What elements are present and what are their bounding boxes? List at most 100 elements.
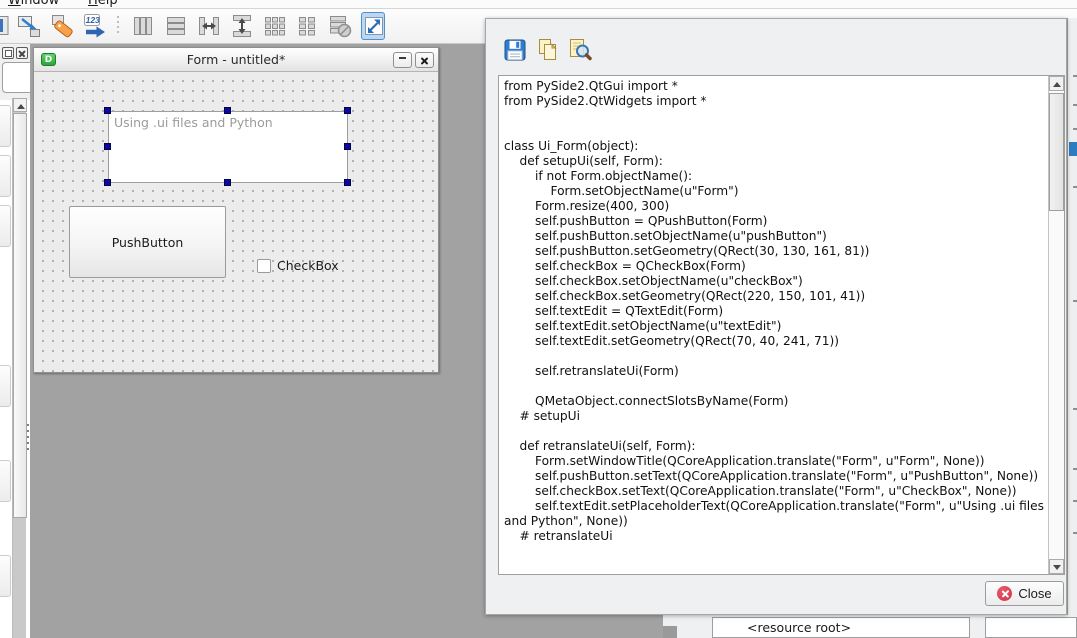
close-icon[interactable]: [415, 52, 434, 68]
close-button-label: Close: [1018, 586, 1051, 601]
tree-branch-dash: [1073, 104, 1077, 106]
minimize-icon[interactable]: [393, 52, 412, 68]
widget-box-row[interactable]: [0, 155, 11, 197]
code-line: self.textEdit.setPlaceholderText(QCoreAp…: [504, 499, 1048, 514]
code-line: self.pushButton.setText(QCoreApplication…: [504, 469, 1048, 484]
selection-handle[interactable]: [344, 143, 351, 150]
widget-box-row[interactable]: [0, 105, 11, 147]
checkbox-widget[interactable]: CheckBox: [257, 258, 339, 273]
code-line: self.pushButton.setGeometry(QRect(30, 13…: [504, 244, 1048, 259]
code-line: self.retranslateUi(Form): [504, 364, 1048, 379]
dock-splitter-handle[interactable]: [27, 424, 29, 450]
tree-branch-dash: [1073, 408, 1077, 410]
widget-box-scrollbar[interactable]: [12, 98, 26, 638]
adjust-size-icon[interactable]: [361, 12, 385, 40]
selection-handle[interactable]: [104, 179, 111, 186]
code-line: self.textEdit.setGeometry(QRect(70, 40, …: [504, 334, 1048, 349]
selection-handle[interactable]: [104, 143, 111, 150]
selected-row-edge[interactable]: [1069, 142, 1077, 156]
tree-branch-dash: [1073, 500, 1077, 502]
code-line: self.textEdit.setObjectName(u"textEdit"): [504, 319, 1048, 334]
resource-root-item[interactable]: <resource root>: [747, 620, 851, 635]
code-line: self.pushButton = QPushButton(Form): [504, 214, 1048, 229]
scroll-down-icon[interactable]: [1049, 559, 1064, 574]
scroll-up-icon[interactable]: [13, 98, 27, 112]
code-line: class Ui_Form(object):: [504, 139, 1048, 154]
code-line: QMetaObject.connectSlotsByName(Form): [504, 394, 1048, 409]
scroll-up-icon[interactable]: [1049, 76, 1064, 91]
code-line: from PySide2.QtWidgets import *: [504, 94, 1048, 109]
layout-vertically-in-splitter-icon[interactable]: [230, 12, 254, 40]
code-scrollbar[interactable]: [1048, 76, 1064, 574]
layout-vertically-icon[interactable]: [164, 12, 188, 40]
view-python-code-dialog: from PySide2.QtGui import *from PySide2.…: [485, 18, 1067, 615]
scrollbar-thumb[interactable]: [13, 113, 27, 518]
layout-horizontally-in-splitter-icon[interactable]: [197, 12, 221, 40]
copy-icon[interactable]: [535, 37, 561, 63]
dock-grip[interactable]: [663, 626, 677, 638]
code-line: # retranslateUi: [504, 529, 1048, 544]
close-button[interactable]: Close: [985, 581, 1064, 606]
code-line: [504, 379, 1048, 394]
form-window-icon: D: [41, 53, 56, 66]
form-window-title: Form - untitled*: [34, 52, 438, 67]
resource-browser-panel: <resource root>: [663, 615, 1077, 638]
widget-box-row[interactable]: [0, 555, 11, 597]
code-line: if not Form.objectName():: [504, 169, 1048, 184]
form-editor-window: D Form - untitled* Using .ui files and P…: [33, 47, 439, 373]
code-line: self.checkBox.setGeometry(QRect(220, 150…: [504, 289, 1048, 304]
menu-help[interactable]: Help: [88, 0, 118, 8]
code-line: Form.resize(400, 300): [504, 199, 1048, 214]
edit-tab-order-icon[interactable]: 123: [83, 12, 107, 40]
checkbox-indicator[interactable]: [257, 259, 271, 273]
widget-box-row[interactable]: [0, 205, 11, 247]
widget-box-panel: [0, 44, 30, 638]
code-line: Form.setWindowTitle(QCoreApplication.tra…: [504, 454, 1048, 469]
code-line: self.textEdit = QTextEdit(Form): [504, 304, 1048, 319]
layout-horizontally-icon[interactable]: [131, 12, 155, 40]
code-line: Form.setObjectName(u"Form"): [504, 184, 1048, 199]
tree-branch-dash: [1073, 300, 1077, 302]
selection-handle[interactable]: [224, 179, 231, 186]
close-red-icon: [997, 586, 1012, 601]
selection-handle[interactable]: [224, 107, 231, 114]
widget-box-row[interactable]: [0, 460, 11, 502]
selection-handle[interactable]: [344, 107, 351, 114]
menu-window[interactable]: Window: [8, 0, 59, 8]
code-view[interactable]: from PySide2.QtGui import *from PySide2.…: [498, 75, 1065, 575]
edit-signals-slots-icon[interactable]: [17, 12, 41, 40]
code-line: def retranslateUi(self, Form):: [504, 439, 1048, 454]
right-dock-sliver: [1067, 18, 1077, 638]
save-icon[interactable]: [502, 37, 528, 63]
code-lines: from PySide2.QtGui import *from PySide2.…: [499, 76, 1048, 544]
code-line: [504, 349, 1048, 364]
find-icon[interactable]: [567, 37, 593, 63]
selection-handle[interactable]: [104, 107, 111, 114]
selection-handle[interactable]: [344, 179, 351, 186]
qt-designer-window: Window Help 123: [0, 0, 1077, 638]
dock-float-icon[interactable]: [2, 47, 14, 59]
layout-in-form-icon[interactable]: [296, 12, 320, 40]
code-line: and Python", None)): [504, 514, 1048, 529]
checkbox-label: CheckBox: [277, 258, 339, 273]
code-line: [504, 109, 1048, 124]
code-line: self.pushButton.setObjectName(u"pushButt…: [504, 229, 1048, 244]
form-window-titlebar[interactable]: D Form - untitled*: [34, 48, 438, 72]
edit-buddies-icon[interactable]: [51, 12, 75, 40]
widget-box-row[interactable]: [0, 365, 11, 407]
widget-filter-input[interactable]: [2, 62, 30, 93]
code-line: # setupUi: [504, 409, 1048, 424]
break-layout-icon[interactable]: [328, 12, 352, 40]
pushbutton-widget[interactable]: PushButton: [69, 206, 226, 278]
dock-close-icon[interactable]: [16, 47, 28, 59]
svg-text:123: 123: [86, 15, 100, 25]
resource-tree[interactable]: <resource root>: [712, 617, 970, 638]
form-canvas[interactable]: Using .ui files and Python PushButton Ch…: [34, 72, 438, 372]
code-line: self.checkBox.setText(QCoreApplication.t…: [504, 484, 1048, 499]
textedit-widget[interactable]: Using .ui files and Python: [108, 111, 348, 183]
code-line: from PySide2.QtGui import *: [504, 79, 1048, 94]
edit-widgets-icon[interactable]: [0, 12, 12, 40]
resource-list[interactable]: [985, 617, 1077, 638]
scrollbar-thumb[interactable]: [1049, 93, 1064, 211]
layout-in-grid-icon[interactable]: [263, 12, 287, 40]
